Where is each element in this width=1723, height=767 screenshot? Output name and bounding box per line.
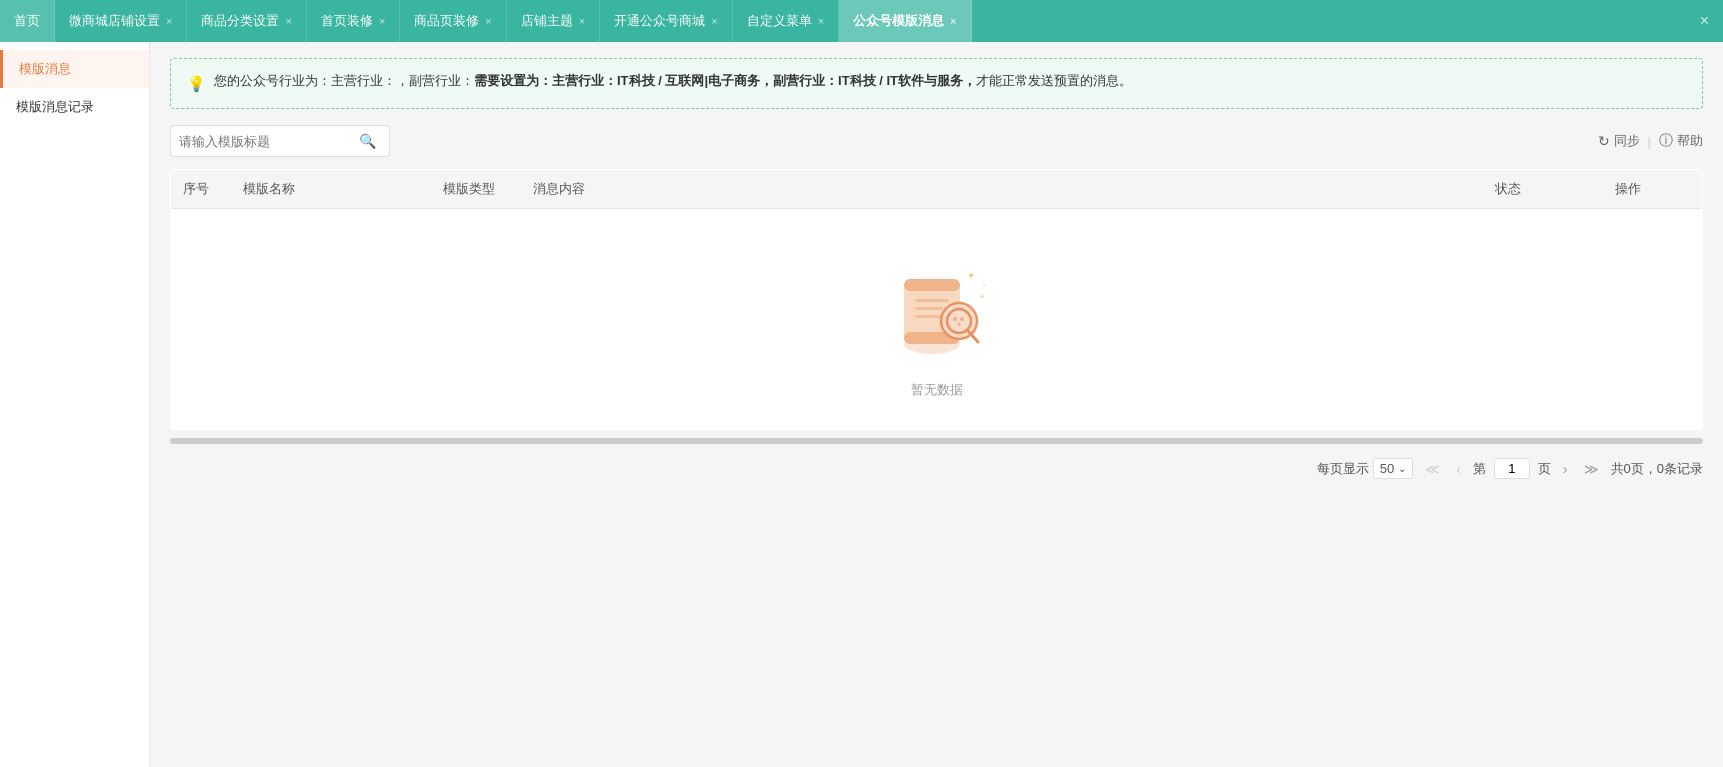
close-wshop-icon[interactable]: × <box>166 15 172 27</box>
sidebar-item-template[interactable]: 模版消息 <box>0 50 149 88</box>
nav-tab-homepage[interactable]: 首页装修 × <box>307 0 400 42</box>
svg-text:✦: ✦ <box>982 282 986 288</box>
nav-tab-wshop-label: 微商城店铺设置 <box>69 12 160 30</box>
page-first-button[interactable]: ≪ <box>1421 459 1444 479</box>
page-number-input[interactable] <box>1494 458 1530 479</box>
page-last-button[interactable]: ≫ <box>1580 459 1603 479</box>
horizontal-scrollbar[interactable] <box>170 438 1703 444</box>
svg-rect-5 <box>915 307 943 310</box>
help-label: 帮助 <box>1677 132 1703 150</box>
toolbar-divider: | <box>1648 134 1651 149</box>
alert-banner: 💡 您的公众号行业为：主营行业：，副营行业：需要设置为：主营行业：IT科技 / … <box>170 58 1703 109</box>
empty-illustration: ✦ ✦ ✦ <box>877 249 997 369</box>
col-header-status: 状态 <box>1483 170 1603 209</box>
col-header-type: 模版类型 <box>431 170 521 209</box>
alert-icon: 💡 <box>187 72 206 96</box>
close-custommenu-icon[interactable]: × <box>818 15 824 27</box>
close-openstore-icon[interactable]: × <box>711 15 717 27</box>
sync-button[interactable]: ↻ 同步 <box>1598 132 1640 150</box>
nav-tab-templatemsg-label: 公众号模版消息 <box>853 12 944 30</box>
close-templatemsg-icon[interactable]: × <box>950 15 956 27</box>
close-productpage-icon[interactable]: × <box>485 15 491 27</box>
col-header-action: 操作 <box>1603 170 1703 209</box>
data-table: 序号 模版名称 模版类型 消息内容 状态 操作 <box>170 169 1703 430</box>
nav-tab-category[interactable]: 商品分类设置 × <box>187 0 306 42</box>
svg-text:✦: ✦ <box>967 270 975 281</box>
nav-tab-openstore-label: 开通公众号商城 <box>614 12 705 30</box>
table-empty-cell: ✦ ✦ ✦ 暂无数据 <box>171 209 1703 430</box>
pagination-row: 每页显示 50 ⌄ ≪ ‹ 第 页 › ≫ 共0页，0条记录 <box>170 448 1703 483</box>
page-next-button[interactable]: › <box>1559 459 1572 479</box>
sync-icon: ↻ <box>1598 133 1610 149</box>
nav-tab-openstore[interactable]: 开通公众号商城 × <box>600 0 732 42</box>
close-all-button[interactable]: × <box>1686 12 1723 30</box>
nav-tab-homepage-label: 首页装修 <box>321 12 373 30</box>
chevron-down-icon: ⌄ <box>1398 463 1406 474</box>
search-input-wrap[interactable]: 🔍 <box>170 125 390 157</box>
top-actions: ↻ 同步 | ⓘ 帮助 <box>1598 132 1703 150</box>
page-size-value: 50 <box>1380 461 1394 476</box>
empty-text: 暂无数据 <box>911 381 963 399</box>
col-header-content: 消息内容 <box>521 170 1483 209</box>
search-icon[interactable]: 🔍 <box>359 133 376 149</box>
nav-tab-theme-label: 店铺主题 <box>521 12 573 30</box>
top-nav: 首页 微商城店铺设置 × 商品分类设置 × 首页装修 × 商品页装修 × 店铺主… <box>0 0 1723 42</box>
svg-point-10 <box>953 317 957 321</box>
main-layout: 模版消息 模版消息记录 💡 您的公众号行业为：主营行业：，副营行业：需要设置为：… <box>0 42 1723 767</box>
page-prev-button[interactable]: ‹ <box>1452 459 1465 479</box>
alert-prefix: 您的公众号行业为：主营行业：，副营行业： <box>214 73 474 88</box>
nav-tab-productpage[interactable]: 商品页装修 × <box>400 0 506 42</box>
table-empty-row: ✦ ✦ ✦ 暂无数据 <box>171 209 1703 430</box>
col-header-name: 模版名称 <box>231 170 431 209</box>
sidebar-item-record[interactable]: 模版消息记录 <box>0 88 149 126</box>
per-page-label: 每页显示 <box>1317 460 1369 478</box>
col-header-seq: 序号 <box>171 170 231 209</box>
page-label: 第 <box>1473 460 1486 478</box>
svg-rect-2 <box>904 279 960 291</box>
close-category-icon[interactable]: × <box>285 15 291 27</box>
nav-tab-custommenu-label: 自定义菜单 <box>747 12 812 30</box>
sync-label: 同步 <box>1614 132 1640 150</box>
page-size-select: 每页显示 50 ⌄ <box>1317 458 1413 479</box>
search-row: 🔍 ↻ 同步 | ⓘ 帮助 <box>170 125 1703 157</box>
content-area: 💡 您的公众号行业为：主营行业：，副营行业：需要设置为：主营行业：IT科技 / … <box>150 42 1723 767</box>
nav-tab-productpage-label: 商品页装修 <box>414 12 479 30</box>
close-theme-icon[interactable]: × <box>579 15 585 27</box>
page-unit: 页 <box>1538 460 1551 478</box>
alert-suffix: 才能正常发送预置的消息。 <box>976 73 1132 88</box>
search-input[interactable] <box>179 134 359 149</box>
table-header-row: 序号 模版名称 模版类型 消息内容 状态 操作 <box>171 170 1703 209</box>
svg-point-12 <box>957 323 960 326</box>
total-label: 共0页，0条记录 <box>1611 460 1703 478</box>
alert-text: 您的公众号行业为：主营行业：，副营行业：需要设置为：主营行业：IT科技 / 互联… <box>214 71 1132 92</box>
nav-tab-category-label: 商品分类设置 <box>201 12 279 30</box>
alert-highlight: 需要设置为：主营行业：IT科技 / 互联网|电子商务，副营行业：IT科技 / I… <box>474 73 976 88</box>
help-icon: ⓘ <box>1659 132 1673 150</box>
nav-tab-home[interactable]: 首页 <box>0 0 55 42</box>
svg-rect-4 <box>915 299 949 302</box>
nav-tab-custommenu[interactable]: 自定义菜单 × <box>733 0 839 42</box>
help-button[interactable]: ⓘ 帮助 <box>1659 132 1703 150</box>
svg-point-11 <box>960 317 964 321</box>
sidebar: 模版消息 模版消息记录 <box>0 42 150 767</box>
nav-tab-home-label: 首页 <box>14 12 40 30</box>
page-size-dropdown[interactable]: 50 ⌄ <box>1373 458 1413 479</box>
nav-tab-wshop[interactable]: 微商城店铺设置 × <box>55 0 187 42</box>
empty-state: ✦ ✦ ✦ 暂无数据 <box>171 209 1702 429</box>
close-homepage-icon[interactable]: × <box>379 15 385 27</box>
svg-text:✦: ✦ <box>979 293 985 300</box>
nav-tab-theme[interactable]: 店铺主题 × <box>507 0 600 42</box>
nav-tab-templatemsg[interactable]: 公众号模版消息 × <box>839 0 971 42</box>
